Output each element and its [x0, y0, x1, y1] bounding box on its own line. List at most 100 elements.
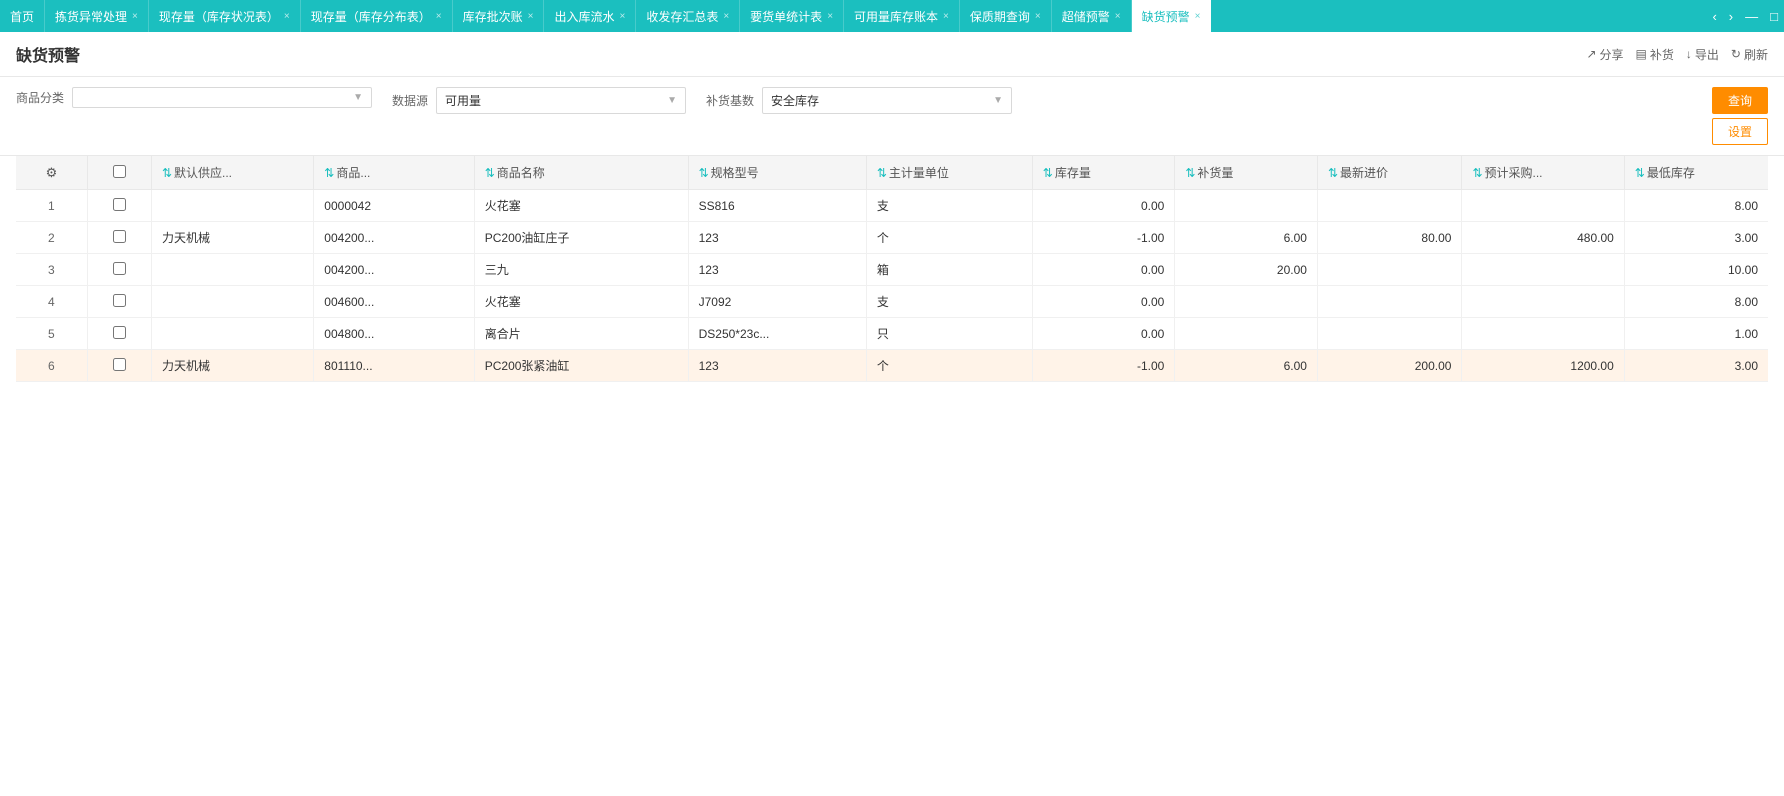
row-latest-price-4 — [1317, 318, 1462, 350]
row-checkbox-5[interactable] — [87, 350, 151, 382]
query-button[interactable]: 查询 — [1712, 87, 1768, 114]
tab-overstock-warning[interactable]: 超储预警 × — [1052, 0, 1132, 32]
row-index-5: 6 — [16, 350, 87, 382]
th-unit[interactable]: ⇅ 主计量单位 — [866, 156, 1032, 190]
th-supplier[interactable]: ⇅ 默认供应... — [151, 156, 313, 190]
row-checkbox-1[interactable] — [87, 222, 151, 254]
refresh-button[interactable]: ↻ 刷新 — [1731, 46, 1768, 63]
table-row: 1 0000042 火花塞 SS816 支 0.00 8.00 — [16, 190, 1768, 222]
tab-stock-status[interactable]: 现存量（库存状况表） × — [149, 0, 301, 32]
tab-close-1[interactable]: × — [132, 11, 138, 22]
tab-home[interactable]: 首页 — [0, 0, 45, 32]
row-spec-4: DS250*23c... — [688, 318, 866, 350]
row-checkbox-0[interactable] — [87, 190, 151, 222]
table-row: 6 力天机械 801110... PC200张紧油缸 123 个 -1.00 6… — [16, 350, 1768, 382]
header-actions: ↗ 分享 ▤ 补货 ↓ 导出 ↻ 刷新 — [1586, 46, 1768, 63]
tab-close-7[interactable]: × — [827, 11, 833, 22]
tab-close-8[interactable]: × — [943, 11, 949, 22]
select-all-checkbox[interactable] — [113, 165, 126, 178]
tab-receive-summary[interactable]: 收发存汇总表 × — [636, 0, 740, 32]
tab-maximize-button[interactable]: □ — [1764, 0, 1784, 32]
row-supplier-5: 力天机械 — [151, 350, 313, 382]
row-estimated-0 — [1462, 190, 1624, 222]
replenish-button[interactable]: ▤ 补货 — [1636, 46, 1674, 63]
row-latest-price-3 — [1317, 286, 1462, 318]
tab-nav-buttons: ‹ › — □ — [1706, 0, 1784, 32]
row-checkbox-2[interactable] — [87, 254, 151, 286]
tab-close-2[interactable]: × — [284, 11, 290, 22]
row-supplier-2 — [151, 254, 313, 286]
tab-close-11[interactable]: × — [1195, 11, 1201, 22]
table-row: 3 004200... 三九 123 箱 0.00 20.00 10.00 — [16, 254, 1768, 286]
tab-pick-anomaly[interactable]: 拣货异常处理 × — [45, 0, 149, 32]
tab-inout-flow[interactable]: 出入库流水 × — [544, 0, 636, 32]
table-row: 2 力天机械 004200... PC200油缸庄子 123 个 -1.00 6… — [16, 222, 1768, 254]
tab-batch-account[interactable]: 库存批次账 × — [453, 0, 545, 32]
row-supplier-0 — [151, 190, 313, 222]
tab-prev-button[interactable]: ‹ — [1706, 0, 1722, 32]
row-min-stock-1: 3.00 — [1624, 222, 1768, 254]
row-replenish-4 — [1175, 318, 1318, 350]
tab-close-3[interactable]: × — [436, 11, 442, 22]
table-row: 5 004800... 离合片 DS250*23c... 只 0.00 1.00 — [16, 318, 1768, 350]
filter-right-buttons: 查询 设置 — [1712, 87, 1768, 145]
tab-expiry-query[interactable]: 保质期查询 × — [960, 0, 1052, 32]
share-button[interactable]: ↗ 分享 — [1586, 46, 1623, 63]
export-button[interactable]: ↓ 导出 — [1686, 46, 1719, 63]
row-check-3[interactable] — [113, 294, 126, 307]
tab-close-5[interactable]: × — [619, 11, 625, 22]
tab-close-10[interactable]: × — [1115, 11, 1121, 22]
sort-icon-unit: ⇅ — [877, 166, 887, 180]
th-goods-code[interactable]: ⇅ 商品... — [314, 156, 474, 190]
row-checkbox-4[interactable] — [87, 318, 151, 350]
tab-close-6[interactable]: × — [723, 11, 729, 22]
row-latest-price-0 — [1317, 190, 1462, 222]
row-check-5[interactable] — [113, 358, 126, 371]
tab-minimize-button[interactable]: — — [1739, 0, 1764, 32]
row-goods-code-0: 0000042 — [314, 190, 474, 222]
tab-stock-dist[interactable]: 现存量（库存分布表） × — [301, 0, 453, 32]
sort-icon-spec: ⇅ — [699, 166, 709, 180]
th-min-stock[interactable]: ⇅ 最低库存 — [1624, 156, 1768, 190]
replenish-base-select[interactable]: 安全库存 ▼ — [762, 87, 1012, 114]
th-checkbox[interactable] — [87, 156, 151, 190]
row-estimated-1: 480.00 — [1462, 222, 1624, 254]
refresh-icon: ↻ — [1731, 47, 1741, 61]
row-goods-name-4: 离合片 — [474, 318, 688, 350]
datasource-select[interactable]: 可用量 ▼ — [436, 87, 686, 114]
tab-demand-stats[interactable]: 要货单统计表 × — [740, 0, 844, 32]
row-goods-code-5: 801110... — [314, 350, 474, 382]
row-goods-name-2: 三九 — [474, 254, 688, 286]
category-label: 商品分类 — [16, 89, 64, 106]
th-replenish[interactable]: ⇅ 补货量 — [1175, 156, 1318, 190]
sort-icon-replenish: ⇅ — [1185, 166, 1195, 180]
row-checkbox-3[interactable] — [87, 286, 151, 318]
row-estimated-5: 1200.00 — [1462, 350, 1624, 382]
row-min-stock-0: 8.00 — [1624, 190, 1768, 222]
tab-available-ledger[interactable]: 可用量库存账本 × — [844, 0, 960, 32]
settings-button[interactable]: 设置 — [1712, 118, 1768, 145]
sort-icon-latest-price: ⇅ — [1328, 166, 1338, 180]
tab-shortage-warning[interactable]: 缺货预警 × — [1132, 0, 1212, 32]
th-stock[interactable]: ⇅ 库存量 — [1032, 156, 1175, 190]
row-spec-0: SS816 — [688, 190, 866, 222]
datasource-value: 可用量 — [445, 92, 481, 109]
category-select[interactable]: ▼ — [72, 87, 372, 108]
th-latest-price[interactable]: ⇅ 最新进价 — [1317, 156, 1462, 190]
row-check-4[interactable] — [113, 326, 126, 339]
row-check-0[interactable] — [113, 198, 126, 211]
row-spec-3: J7092 — [688, 286, 866, 318]
row-unit-1: 个 — [866, 222, 1032, 254]
row-stock-5: -1.00 — [1032, 350, 1175, 382]
row-goods-code-2: 004200... — [314, 254, 474, 286]
th-gear[interactable]: ⚙ — [16, 156, 87, 190]
page-title: 缺货预警 — [16, 42, 80, 66]
th-estimated[interactable]: ⇅ 预计采购... — [1462, 156, 1624, 190]
th-spec[interactable]: ⇅ 规格型号 — [688, 156, 866, 190]
tab-close-9[interactable]: × — [1035, 11, 1041, 22]
th-goods-name[interactable]: ⇅ 商品名称 — [474, 156, 688, 190]
tab-next-button[interactable]: › — [1723, 0, 1739, 32]
row-check-1[interactable] — [113, 230, 126, 243]
tab-close-4[interactable]: × — [528, 11, 534, 22]
row-check-2[interactable] — [113, 262, 126, 275]
